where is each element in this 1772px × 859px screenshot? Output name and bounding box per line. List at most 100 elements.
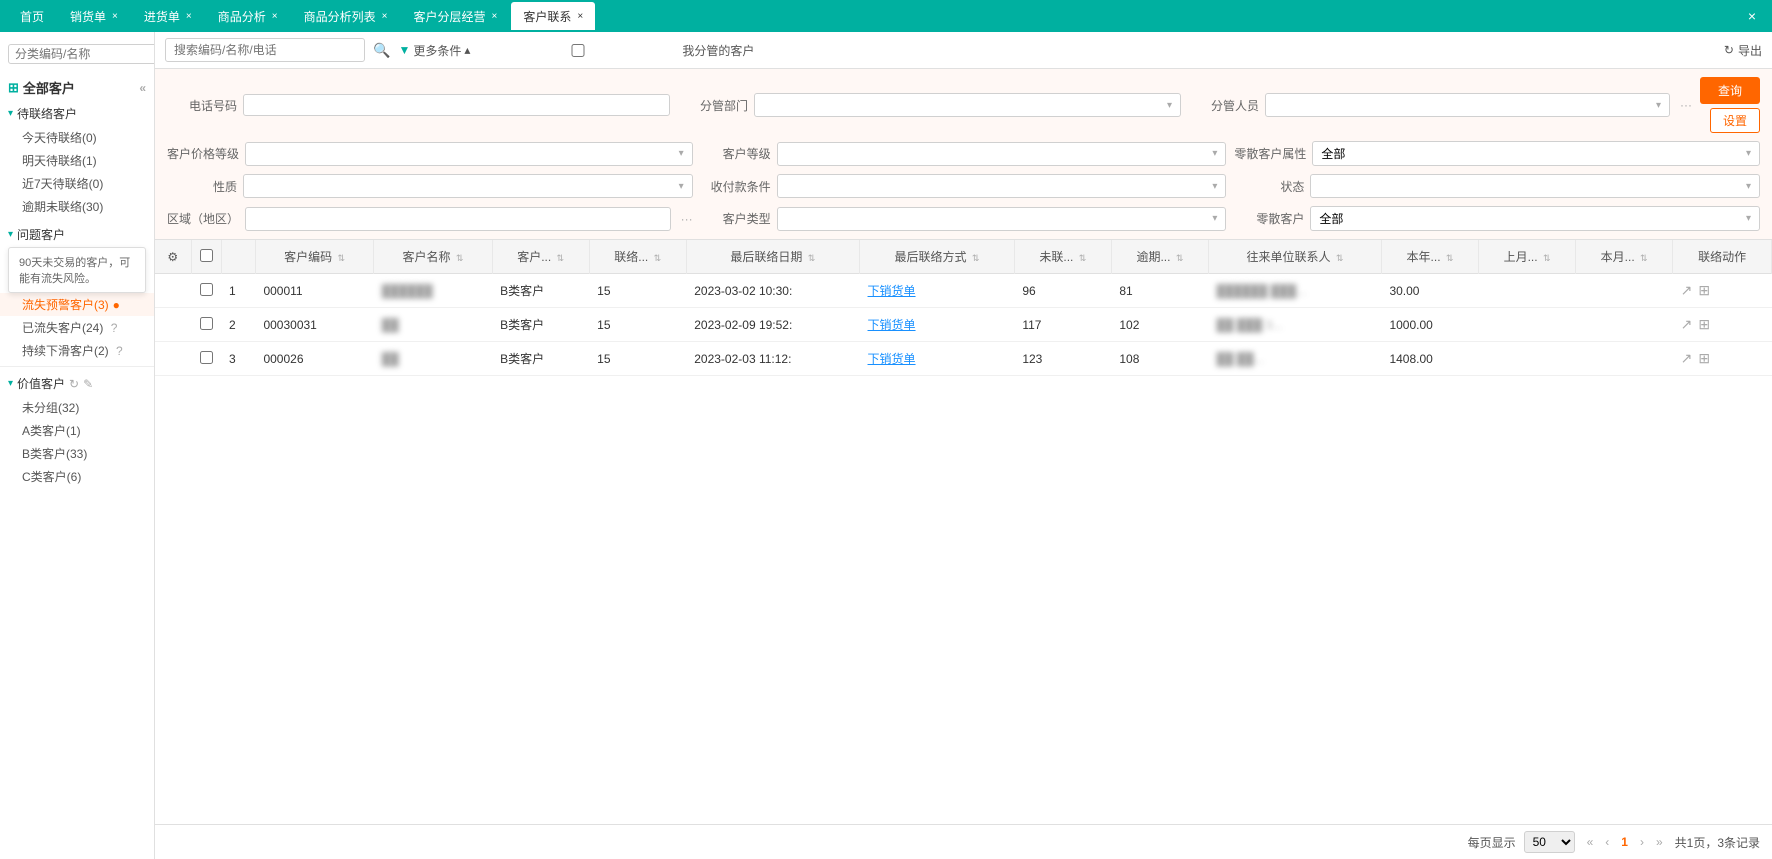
- col-last-method[interactable]: 最后联络方式 ⇅: [860, 240, 1015, 274]
- col-no-contact[interactable]: 未联... ⇅: [1014, 240, 1111, 274]
- table-settings-header[interactable]: ⚙: [155, 240, 191, 274]
- sidebar-item-ungroup[interactable]: 未分组(32): [0, 396, 154, 419]
- last-page-btn[interactable]: »: [1652, 833, 1667, 851]
- export-button[interactable]: ↻ 导出: [1724, 42, 1762, 59]
- current-page[interactable]: 1: [1617, 833, 1632, 851]
- status-select[interactable]: ▾: [1310, 174, 1760, 198]
- col-last-date[interactable]: 最后联络日期 ⇅: [686, 240, 859, 274]
- sidebar-item-7days[interactable]: 近7天待联络(0): [0, 172, 154, 195]
- dept-select[interactable]: ▾: [754, 93, 1181, 117]
- prev-page-btn[interactable]: ‹: [1601, 833, 1613, 851]
- customer-grade-label: 客户等级: [701, 145, 771, 162]
- value-edit-icon[interactable]: ✎: [83, 377, 93, 391]
- first-page-btn[interactable]: «: [1583, 833, 1598, 851]
- action-more-icon[interactable]: ⊞: [1698, 316, 1710, 333]
- sidebar-item-class-c[interactable]: C类客户(6): [0, 465, 154, 488]
- col-overdue[interactable]: 逾期... ⇅: [1111, 240, 1208, 274]
- date-sort-icon: ⇅: [808, 253, 816, 263]
- sidebar-item-class-a[interactable]: A类客户(1): [0, 419, 154, 442]
- row-last-method[interactable]: 下销货单: [860, 274, 1015, 308]
- row-checkbox-cell[interactable]: [191, 342, 221, 376]
- sidebar-item-declining[interactable]: 持续下滑客户(2) ?: [0, 339, 154, 362]
- row-last-date: 2023-02-09 19:52:: [686, 308, 859, 342]
- more-filter-button[interactable]: ▼ 更多条件 ▴: [398, 42, 470, 59]
- customer-grade-select[interactable]: ▾: [777, 142, 1227, 166]
- contact-sort-icon: ⇅: [654, 253, 662, 263]
- sidebar-item-today[interactable]: 今天待联络(0): [0, 126, 154, 149]
- row-checkbox[interactable]: [200, 351, 213, 364]
- page-size-select[interactable]: 50 20 100: [1524, 831, 1575, 853]
- tab-purchase[interactable]: 进货单 ×: [132, 2, 204, 30]
- collapse-icon[interactable]: «: [139, 81, 146, 95]
- col-code[interactable]: 客户编码 ⇅: [255, 240, 373, 274]
- payment-select[interactable]: ▾: [777, 174, 1227, 198]
- action-more-icon[interactable]: ⊞: [1698, 350, 1710, 367]
- manager-select[interactable]: ▾: [1265, 93, 1670, 117]
- sidebar-item-churn-warning[interactable]: 流失预警客户(3) ●: [0, 293, 154, 316]
- col-customer-type[interactable]: 客户... ⇅: [492, 240, 589, 274]
- sidebar-group-value-header[interactable]: ▾ 价值客户 ↻ ✎: [0, 371, 154, 396]
- sidebar-group-pending-header[interactable]: ▾ 待联络客户: [0, 101, 154, 126]
- tab-product-analysis[interactable]: 商品分析 ×: [206, 2, 290, 30]
- phone-input[interactable]: [243, 94, 670, 116]
- sidebar-search-input[interactable]: [8, 44, 155, 64]
- row-actions: ↗ ⊞: [1673, 342, 1772, 376]
- window-close-button[interactable]: ×: [1740, 8, 1764, 24]
- action-link-icon[interactable]: ↗: [1681, 282, 1693, 299]
- status-arrow-icon: ▾: [1746, 181, 1751, 192]
- sidebar-item-tomorrow[interactable]: 明天待联络(1): [0, 149, 154, 172]
- col-unit-contact[interactable]: 往来单位联系人 ⇅: [1208, 240, 1381, 274]
- query-button[interactable]: 查询: [1700, 77, 1760, 104]
- next-page-btn[interactable]: ›: [1636, 833, 1648, 851]
- table-select-all[interactable]: [191, 240, 221, 274]
- tab-close-product-list[interactable]: ×: [382, 11, 388, 22]
- manager-more-icon[interactable]: ···: [1680, 98, 1692, 112]
- row-last-method[interactable]: 下销货单: [860, 342, 1015, 376]
- col-name[interactable]: 客户名称 ⇅: [374, 240, 492, 274]
- row-checkbox[interactable]: [200, 317, 213, 330]
- tab-close-sales[interactable]: ×: [112, 11, 118, 22]
- region-more-icon[interactable]: ···: [681, 212, 693, 226]
- sidebar-group-problem-header[interactable]: ▾ 问题客户: [0, 222, 154, 247]
- select-all-checkbox[interactable]: [200, 249, 213, 262]
- row-type: B类客户: [492, 308, 589, 342]
- sidebar-item-overdue[interactable]: 逾期未联络(30): [0, 195, 154, 218]
- sidebar-item-class-b[interactable]: B类客户(33): [0, 442, 154, 465]
- customer-type-select[interactable]: ▾: [777, 207, 1227, 231]
- col-this-month[interactable]: 本月... ⇅: [1576, 240, 1673, 274]
- tab-close-customer-contact[interactable]: ×: [577, 11, 583, 22]
- tab-home[interactable]: 首页: [8, 2, 56, 30]
- price-grade-select[interactable]: ▾: [245, 142, 693, 166]
- tab-close-product-analysis[interactable]: ×: [272, 11, 278, 22]
- action-more-icon[interactable]: ⊞: [1698, 282, 1710, 299]
- retail-customer-select[interactable]: 全部 ▾: [1310, 206, 1760, 231]
- row-last-date: 2023-03-02 10:30:: [686, 274, 859, 308]
- search-button[interactable]: 🔍: [373, 42, 390, 59]
- tab-close-purchase[interactable]: ×: [186, 11, 192, 22]
- gender-select[interactable]: ▾: [243, 174, 693, 198]
- my-customers-check[interactable]: [478, 44, 678, 57]
- tab-customer-tier[interactable]: 客户分层经营 ×: [401, 2, 509, 30]
- value-refresh-icon[interactable]: ↻: [69, 377, 79, 391]
- tab-sales[interactable]: 销货单 ×: [58, 2, 130, 30]
- filter-row-2: 客户价格等级 ▾ 客户等级 ▾ 零散客户属性 全部: [167, 141, 1760, 166]
- my-customers-checkbox[interactable]: 我分管的客户: [478, 42, 754, 59]
- sidebar-all-customers[interactable]: ⊞ 全部客户 «: [0, 74, 154, 101]
- col-this-year[interactable]: 本年... ⇅: [1381, 240, 1478, 274]
- row-checkbox-cell[interactable]: [191, 274, 221, 308]
- retail-attr-select[interactable]: 全部 ▾: [1312, 141, 1760, 166]
- row-last-method[interactable]: 下销货单: [860, 308, 1015, 342]
- action-link-icon[interactable]: ↗: [1681, 350, 1693, 367]
- tab-close-customer-tier[interactable]: ×: [491, 11, 497, 22]
- sidebar-item-churned[interactable]: 已流失客户(24) ?: [0, 316, 154, 339]
- tab-product-list[interactable]: 商品分析列表 ×: [292, 2, 400, 30]
- action-link-icon[interactable]: ↗: [1681, 316, 1693, 333]
- search-input[interactable]: [165, 38, 365, 62]
- row-checkbox[interactable]: [200, 283, 213, 296]
- col-last-month[interactable]: 上月... ⇅: [1479, 240, 1576, 274]
- region-select[interactable]: [245, 207, 671, 231]
- col-contact[interactable]: 联络... ⇅: [589, 240, 686, 274]
- setting-button[interactable]: 设置: [1710, 108, 1760, 133]
- row-checkbox-cell[interactable]: [191, 308, 221, 342]
- tab-customer-contact[interactable]: 客户联系 ×: [511, 2, 595, 30]
